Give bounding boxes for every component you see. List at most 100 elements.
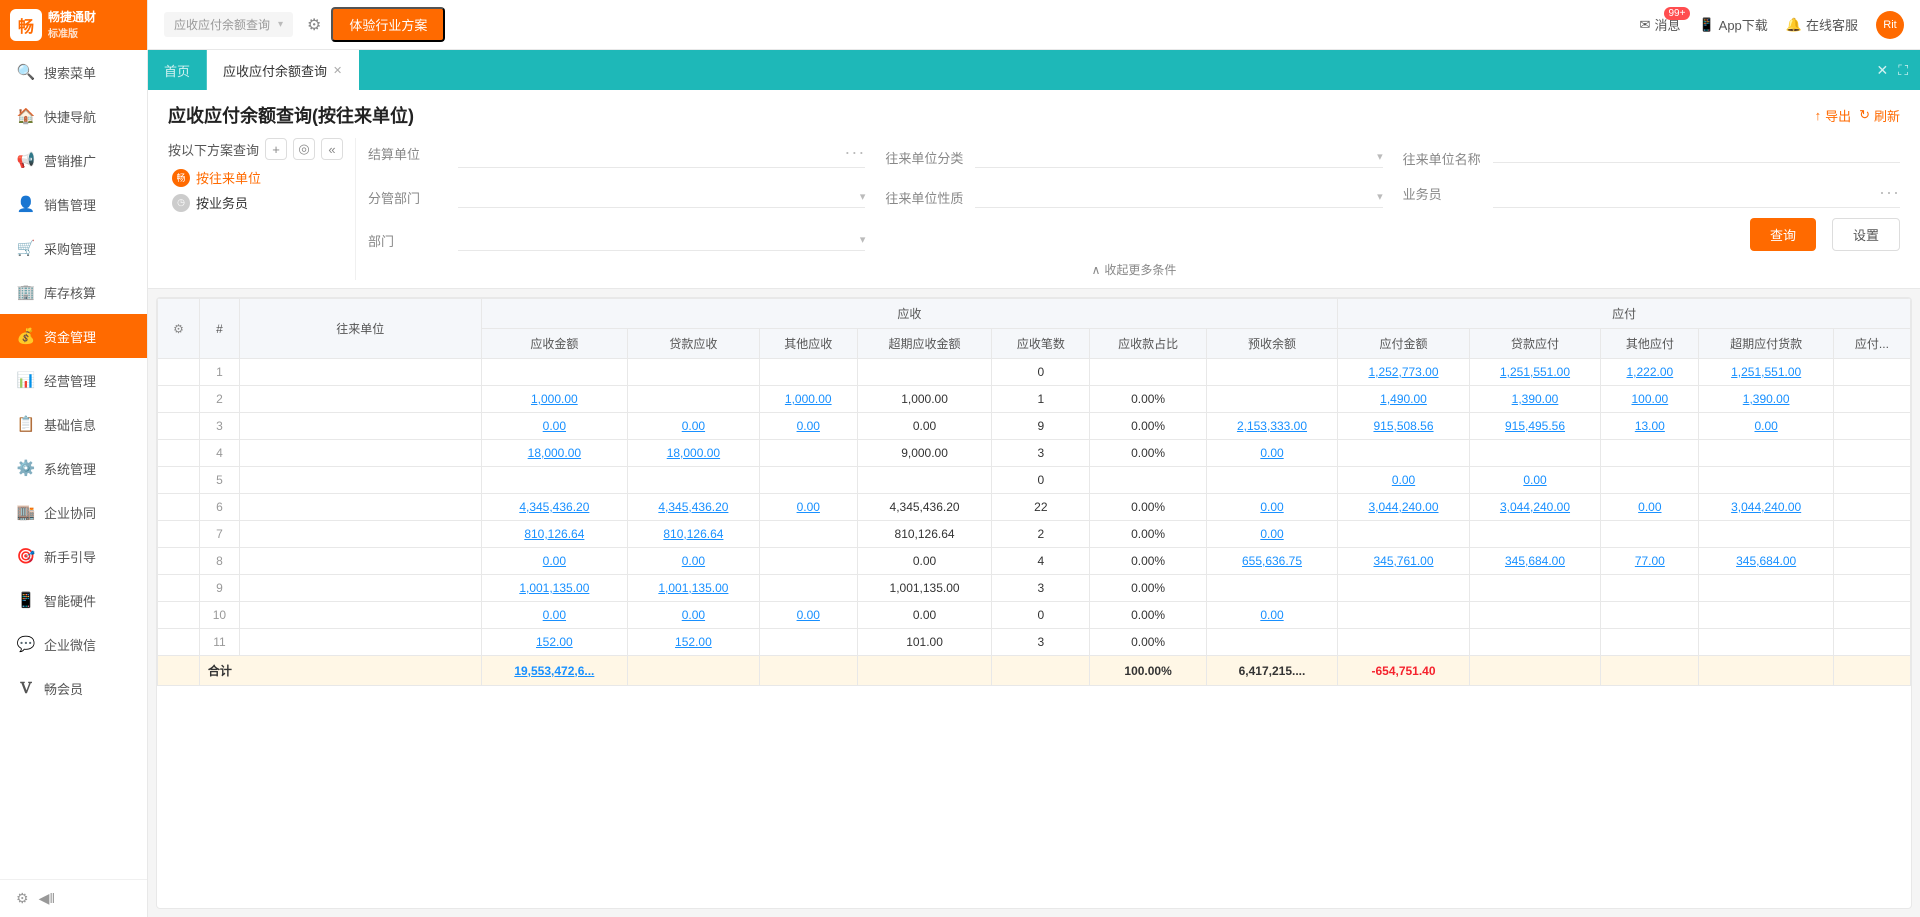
tab-fullscreen-icon[interactable]: ⛶ (1898, 62, 1908, 79)
scheme-by-unit[interactable]: 畅 按往来单位 (172, 168, 343, 187)
export-button[interactable]: ↑ 导出 (1815, 106, 1852, 125)
loan-ap-cell[interactable]: 3,044,240.00 (1469, 494, 1601, 521)
other-ap-cell[interactable]: 13.00 (1601, 413, 1699, 440)
loan-ar-cell[interactable]: 0.00 (628, 548, 760, 575)
message-btn[interactable]: ✉ 消息 99+ (1640, 15, 1681, 34)
refresh-button[interactable]: ↻ 刷新 (1859, 106, 1900, 125)
sidebar-item-member[interactable]: Ⅴ 畅会员 (0, 666, 147, 710)
loan-ap-cell (1469, 575, 1601, 602)
sidebar-item-purchase[interactable]: 🛒 采购管理 (0, 226, 147, 270)
sidebar-item-sys-admin[interactable]: ⚙️ 系统管理 (0, 446, 147, 490)
sidebar-item-smart-hw[interactable]: 📱 智能硬件 (0, 578, 147, 622)
sidebar-collapse-btn[interactable]: ◀‖ (39, 890, 56, 907)
overdue-ap-cell[interactable]: 1,390.00 (1699, 386, 1833, 413)
prepay-balance-cell[interactable]: 0.00 (1206, 440, 1338, 467)
sidebar-item-enterprise[interactable]: 🏬 企业协同 (0, 490, 147, 534)
sidebar-item-inventory[interactable]: 🏢 库存核算 (0, 270, 147, 314)
loan-ap-cell[interactable]: 1,251,551.00 (1469, 359, 1601, 386)
ap-amount-cell[interactable]: 0.00 (1338, 467, 1470, 494)
loan-ar-cell[interactable]: 18,000.00 (628, 440, 760, 467)
table-settings-icon[interactable]: ⚙ (173, 322, 184, 336)
settings-button[interactable]: 设置 (1832, 218, 1900, 251)
other-ap-cell[interactable]: 100.00 (1601, 386, 1699, 413)
sidebar-item-sales[interactable]: 👤 销售管理 (0, 182, 147, 226)
sidebar-item-new-guide[interactable]: 🎯 新手引导 (0, 534, 147, 578)
overdue-ap-cell[interactable]: 0.00 (1699, 413, 1833, 440)
ar-amount-cell[interactable]: 18,000.00 (481, 440, 628, 467)
tab-close-all-icon[interactable]: ✕ (1876, 62, 1888, 79)
sidebar-settings-btn[interactable]: ⚙ (16, 890, 29, 907)
other-ar-cell[interactable]: 0.00 (759, 602, 857, 629)
other-ap-cell[interactable]: 1,222.00 (1601, 359, 1699, 386)
query-button[interactable]: 查询 (1750, 218, 1816, 251)
ap-amount-cell[interactable]: 915,508.56 (1338, 413, 1470, 440)
partner-nature-input[interactable]: ▾ (975, 186, 1382, 208)
prepay-balance-cell[interactable]: 655,636.75 (1206, 548, 1338, 575)
prepay-balance-cell[interactable]: 0.00 (1206, 494, 1338, 521)
sidebar-item-quick-nav[interactable]: 🏠 快捷导航 (0, 94, 147, 138)
partner-category-input[interactable]: ▾ (975, 146, 1382, 168)
overdue-ap-cell[interactable]: 1,251,551.00 (1699, 359, 1833, 386)
ar-amount-cell[interactable]: 4,345,436.20 (481, 494, 628, 521)
loan-ar-cell[interactable]: 0.00 (628, 602, 760, 629)
collapse-button[interactable]: ∧ 收起更多条件 (1092, 261, 1177, 278)
sidebar-item-marketing[interactable]: 📢 营销推广 (0, 138, 147, 182)
ar-amount-cell[interactable]: 0.00 (481, 413, 628, 440)
loan-ar-cell[interactable]: 0.00 (628, 413, 760, 440)
sidebar-item-operations[interactable]: 📊 经营管理 (0, 358, 147, 402)
other-ar-cell[interactable]: 1,000.00 (759, 386, 857, 413)
overdue-ap-cell[interactable]: 3,044,240.00 (1699, 494, 1833, 521)
sidebar-item-base-info[interactable]: 📋 基础信息 (0, 402, 147, 446)
ar-amount-cell[interactable]: 0.00 (481, 602, 628, 629)
settlement-unit-input[interactable]: ··· (458, 138, 865, 168)
loan-ar-cell[interactable]: 4,345,436.20 (628, 494, 760, 521)
prepay-balance-cell[interactable]: 0.00 (1206, 602, 1338, 629)
loan-ap-cell[interactable]: 0.00 (1469, 467, 1601, 494)
scheme-by-salesman[interactable]: ◷ 按业务员 (172, 193, 343, 212)
ar-amount-cell[interactable]: 1,001,135.00 (481, 575, 628, 602)
th-settings[interactable]: ⚙ (158, 299, 200, 359)
avatar[interactable]: Rit (1876, 11, 1904, 39)
prepay-balance-cell[interactable]: 2,153,333.00 (1206, 413, 1338, 440)
sidebar-item-finance[interactable]: 💰 资金管理 (0, 314, 147, 358)
prepay-balance-cell[interactable]: 0.00 (1206, 521, 1338, 548)
dept-input[interactable]: ▾ (458, 229, 865, 251)
promo-button[interactable]: 体验行业方案 (331, 7, 445, 42)
overdue-ap-cell[interactable]: 345,684.00 (1699, 548, 1833, 575)
other-ar-cell[interactable]: 0.00 (759, 413, 857, 440)
online-service-btn[interactable]: 🔔 在线客服 (1786, 15, 1858, 34)
tab-close-icon[interactable]: ✕ (333, 64, 342, 77)
ar-amount-cell[interactable]: 152.00 (481, 629, 628, 656)
loan-ar-cell[interactable]: 810,126.64 (628, 521, 760, 548)
loan-ap-cell[interactable]: 1,390.00 (1469, 386, 1601, 413)
loan-ar-cell[interactable]: 152.00 (628, 629, 760, 656)
ar-amount-cell[interactable]: 0.00 (481, 548, 628, 575)
sidebar-item-enterprise-wechat[interactable]: 💬 企业微信 (0, 622, 147, 666)
loan-ap-cell[interactable]: 345,684.00 (1469, 548, 1601, 575)
ap-amount-cell[interactable]: 3,044,240.00 (1338, 494, 1470, 521)
ar-amount-cell[interactable]: 1,000.00 (481, 386, 628, 413)
partner-name-input[interactable] (1493, 154, 1900, 163)
other-ap-cell[interactable]: 0.00 (1601, 494, 1699, 521)
scheme-collapse-btn[interactable]: « (321, 138, 343, 160)
other-ar-cell[interactable]: 0.00 (759, 494, 857, 521)
topbar-gear-icon[interactable]: ⚙ (307, 15, 321, 35)
loan-ar-cell[interactable]: 1,001,135.00 (628, 575, 760, 602)
sidebar-item-search-menu[interactable]: 🔍 搜索菜单 (0, 50, 147, 94)
overdue-ar-cell: 1,001,135.00 (857, 575, 991, 602)
tab-ar-ap[interactable]: 应收应付余额查询 ✕ (207, 50, 359, 90)
ap-amount-cell[interactable]: 345,761.00 (1338, 548, 1470, 575)
dept-manager-input[interactable]: ▾ (458, 186, 865, 208)
ap-amount-cell[interactable]: 1,490.00 (1338, 386, 1470, 413)
ap-amount-cell[interactable]: 1,252,773.00 (1338, 359, 1470, 386)
loan-ap-cell[interactable]: 915,495.56 (1469, 413, 1601, 440)
table-row: 11152.00152.00101.0030.00% (158, 629, 1911, 656)
ar-amount-cell[interactable]: 810,126.64 (481, 521, 628, 548)
salesman-input[interactable]: ··· (1493, 178, 1900, 208)
topbar-chevron-icon[interactable]: ▾ (278, 19, 283, 30)
scheme-target-btn[interactable]: ◎ (293, 138, 315, 160)
scheme-add-btn[interactable]: + (265, 138, 287, 160)
other-ap-cell[interactable]: 77.00 (1601, 548, 1699, 575)
tab-home[interactable]: 首页 (148, 50, 207, 90)
app-download-btn[interactable]: 📱 App下载 (1698, 15, 1767, 34)
